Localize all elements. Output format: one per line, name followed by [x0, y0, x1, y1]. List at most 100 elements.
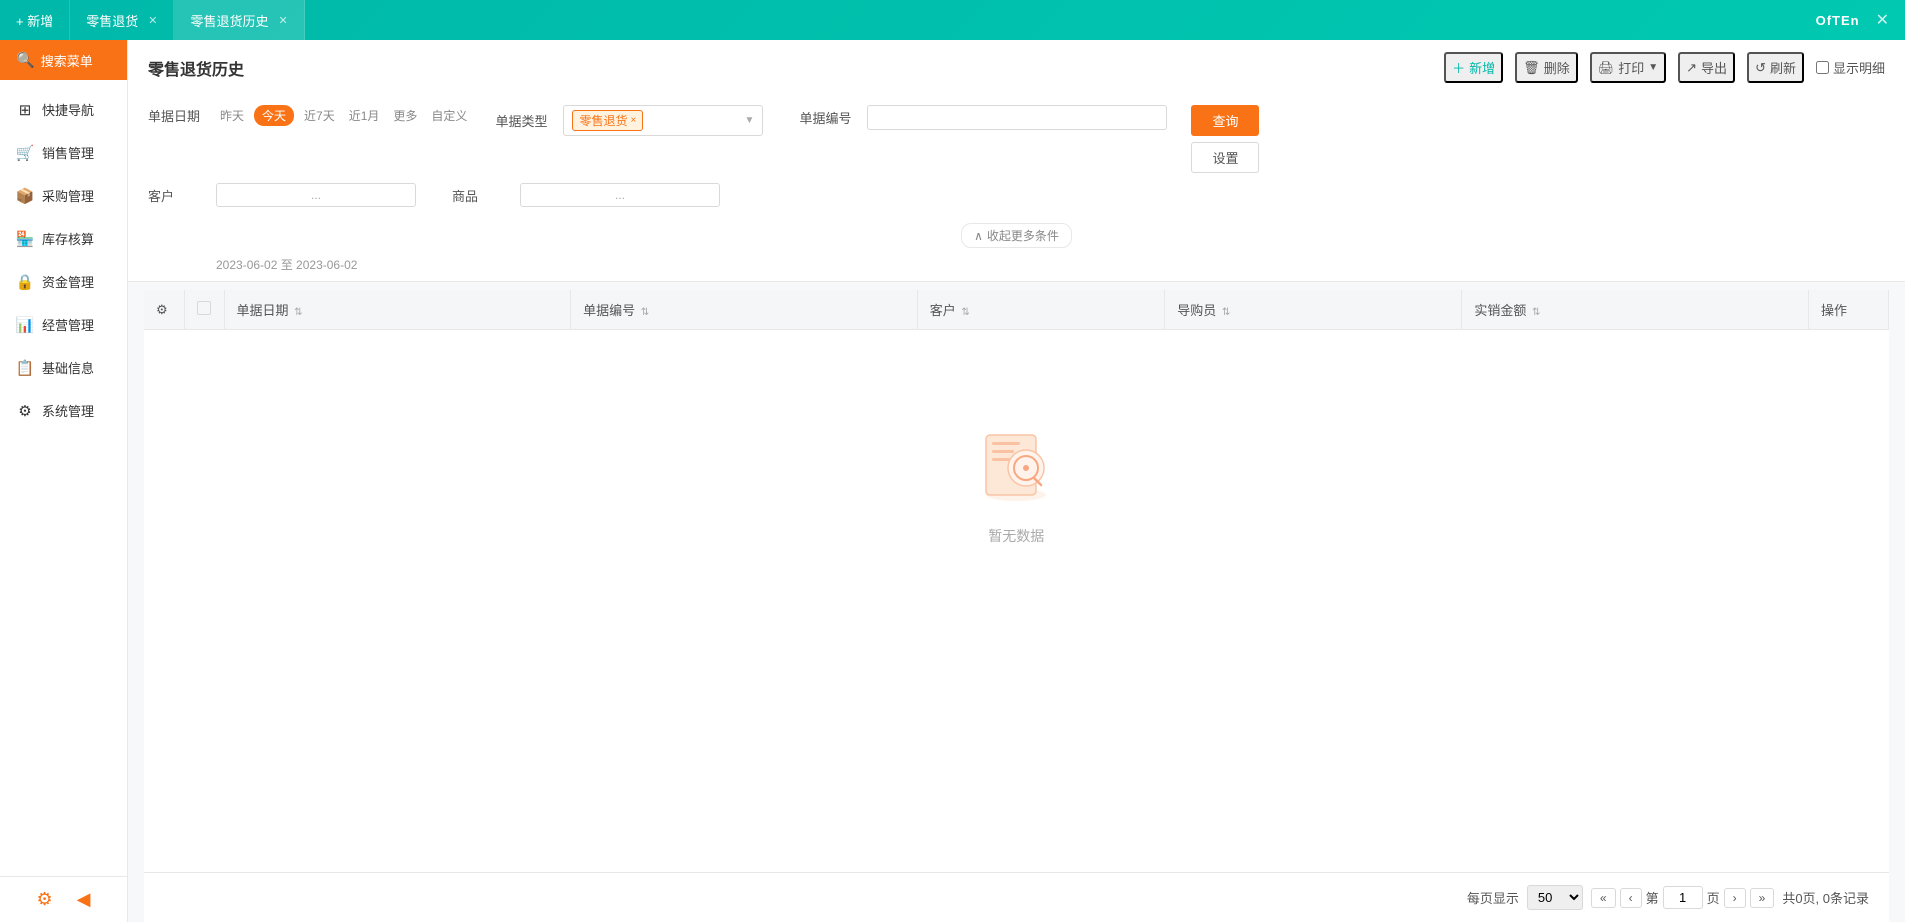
export-button[interactable]: ↗ 导出	[1678, 52, 1735, 83]
th-op-label: 操作	[1821, 303, 1847, 318]
display-detail-label: 显示明细	[1833, 58, 1885, 77]
display-detail-input[interactable]	[1816, 61, 1829, 74]
sidebar-item-basic-info[interactable]: 📋 基础信息	[0, 346, 127, 389]
voucher-filter-group: 单据编号	[799, 105, 1167, 130]
th-amount[interactable]: 实销金额 ⇅	[1462, 290, 1809, 330]
top-bar: + 新增 零售退货 ✕ 零售退货历史 ✕ OfTEn ✕	[0, 0, 1905, 40]
th-customer-sort-icon: ⇅	[961, 307, 969, 318]
date-opt-1month[interactable]: 近1月	[345, 105, 384, 126]
filter-area: 单据日期 昨天 今天 近7天 近1月 更多 自定义 单据类型	[148, 95, 1885, 256]
page-header: 零售退货历史 ＋ 新增 🗑 删除 🖨 打印 ▼	[128, 40, 1905, 282]
date-opt-more[interactable]: 更多	[389, 105, 421, 126]
add-button[interactable]: ＋ 新增	[1444, 52, 1503, 83]
refresh-button[interactable]: ↺ 刷新	[1747, 52, 1804, 83]
last-page-button[interactable]: »	[1750, 888, 1775, 908]
sidebar-search[interactable]: 🔍 搜索菜单	[0, 40, 127, 80]
first-page-button[interactable]: «	[1591, 888, 1616, 908]
page-title-row: 零售退货历史 ＋ 新增 🗑 删除 🖨 打印 ▼	[148, 52, 1885, 83]
sales-icon: 🛒	[16, 144, 34, 162]
table-header: ⚙ 单据日期 ⇅ 单据编号 ⇅	[144, 290, 1889, 330]
date-range-display: 2023-06-02 至 2023-06-02	[148, 256, 1885, 281]
sidebar-item-quick-nav[interactable]: ⊞ 快捷导航	[0, 88, 127, 131]
content-inner: ⚙ 单据日期 ⇅ 单据编号 ⇅	[128, 282, 1905, 922]
tab-home-label: + 新增	[16, 11, 53, 30]
sidebar-item-inventory-label: 库存核算	[42, 229, 94, 248]
th-voucher-label: 单据编号	[583, 303, 635, 318]
sidebar-item-sys-mgmt[interactable]: ⚙ 系统管理	[0, 389, 127, 432]
th-settings[interactable]: ⚙	[144, 290, 184, 330]
sidebar-item-purchase-mgmt[interactable]: 📦 采购管理	[0, 174, 127, 217]
sidebar-bottom: ⚙ ◀	[0, 876, 127, 922]
type-tag-close[interactable]: ×	[630, 115, 636, 126]
print-button[interactable]: 🖨 打印 ▼	[1590, 52, 1666, 83]
date-range-text: 2023-06-02 至 2023-06-02	[216, 258, 357, 272]
main-layout: 🔍 搜索菜单 ⊞ 快捷导航 🛒 销售管理 📦 采购管理 🏪 库存核算 🔒	[0, 40, 1905, 922]
sidebar-item-sales-mgmt[interactable]: 🛒 销售管理	[0, 131, 127, 174]
sidebar-item-operations[interactable]: 📊 经营管理	[0, 303, 127, 346]
type-filter-label: 单据类型	[495, 111, 555, 130]
th-check[interactable]	[184, 290, 224, 330]
empty-state-row: 暂无数据	[144, 330, 1889, 627]
date-opt-7days[interactable]: 近7天	[300, 105, 339, 126]
display-detail-checkbox[interactable]: 显示明细	[1816, 58, 1885, 77]
voucher-filter-input[interactable]	[867, 105, 1167, 130]
th-date-sort-icon: ⇅	[294, 307, 302, 318]
th-checkbox[interactable]	[197, 301, 211, 315]
empty-text: 暂无数据	[988, 526, 1044, 546]
add-label: 新增	[1469, 58, 1495, 77]
th-voucher-no[interactable]: 单据编号 ⇅	[571, 290, 918, 330]
tab-home[interactable]: + 新增	[0, 0, 70, 40]
setting-button[interactable]: 设置	[1191, 142, 1259, 173]
th-customer-label: 客户	[930, 303, 956, 318]
th-date[interactable]: 单据日期 ⇅	[224, 290, 571, 330]
type-filter-select[interactable]: 零售退货 × ▼	[563, 105, 763, 136]
search-icon: 🔍	[16, 51, 35, 69]
tab-retail-return-history[interactable]: 零售退货历史 ✕	[174, 0, 304, 40]
customer-filter-label: 客户	[148, 186, 208, 205]
sidebar-item-inventory[interactable]: 🏪 库存核算	[0, 217, 127, 260]
customer-filter-btn[interactable]: ...	[216, 183, 416, 207]
goods-filter-btn[interactable]: ...	[520, 183, 720, 207]
collapse-button[interactable]: ∧ 收起更多条件	[961, 223, 1072, 248]
collapse-label: 收起更多条件	[987, 227, 1059, 244]
next-page-button[interactable]: ›	[1724, 888, 1746, 908]
collapse-bar: ∧ 收起更多条件	[148, 217, 1885, 256]
sidebar-item-sales-label: 销售管理	[42, 143, 94, 162]
sidebar-item-finance[interactable]: 🔒 资金管理	[0, 260, 127, 303]
tab-retail-return-history-close[interactable]: ✕	[278, 14, 287, 27]
th-customer[interactable]: 客户 ⇅	[917, 290, 1165, 330]
page-input[interactable]	[1663, 886, 1703, 909]
customer-filter-group: 客户 ...	[148, 183, 428, 207]
sidebar-search-label: 搜索菜单	[41, 51, 93, 70]
th-guide[interactable]: 导购员 ⇅	[1165, 290, 1462, 330]
window-close-button[interactable]: ✕	[1876, 10, 1889, 30]
delete-button[interactable]: 🗑 删除	[1515, 52, 1578, 83]
pagination: 每页显示 10 20 50 100 « ‹ 第 页 › » 共0页, 0条记录	[144, 872, 1889, 922]
page-nav: « ‹ 第 页 › »	[1591, 886, 1774, 909]
date-opt-yesterday[interactable]: 昨天	[216, 105, 248, 126]
collapse-up-icon: ∧	[974, 229, 983, 243]
sidebar-item-finance-label: 资金管理	[42, 272, 94, 291]
tab-retail-return-close[interactable]: ✕	[148, 14, 157, 27]
filter-row-1: 单据日期 昨天 今天 近7天 近1月 更多 自定义 单据类型	[148, 105, 1885, 173]
toolbar: ＋ 新增 🗑 删除 🖨 打印 ▼ ↗ 导出	[1444, 52, 1885, 83]
print-dropdown-icon: ▼	[1648, 62, 1658, 73]
empty-state: 暂无数据	[144, 330, 1889, 626]
settings-gear-icon[interactable]: ⚙	[156, 302, 168, 317]
print-label: 打印	[1618, 58, 1644, 77]
collapse-sidebar-icon[interactable]: ◀	[77, 889, 91, 910]
delete-icon: 🗑	[1523, 60, 1540, 76]
th-guide-label: 导购员	[1177, 303, 1216, 318]
refresh-label: 刷新	[1770, 58, 1796, 77]
per-page-select[interactable]: 10 20 50 100	[1527, 885, 1583, 910]
refresh-icon: ↺	[1755, 60, 1766, 76]
sidebar-item-quick-nav-label: 快捷导航	[42, 100, 94, 119]
settings-bottom-icon[interactable]: ⚙	[37, 889, 53, 910]
query-button[interactable]: 查询	[1191, 105, 1259, 136]
tab-retail-return[interactable]: 零售退货 ✕	[70, 0, 174, 40]
goods-filter-label: 商品	[452, 186, 512, 205]
date-opt-custom[interactable]: 自定义	[427, 105, 471, 126]
delete-label: 删除	[1544, 58, 1570, 77]
prev-page-button[interactable]: ‹	[1620, 888, 1642, 908]
date-opt-today[interactable]: 今天	[254, 105, 294, 126]
